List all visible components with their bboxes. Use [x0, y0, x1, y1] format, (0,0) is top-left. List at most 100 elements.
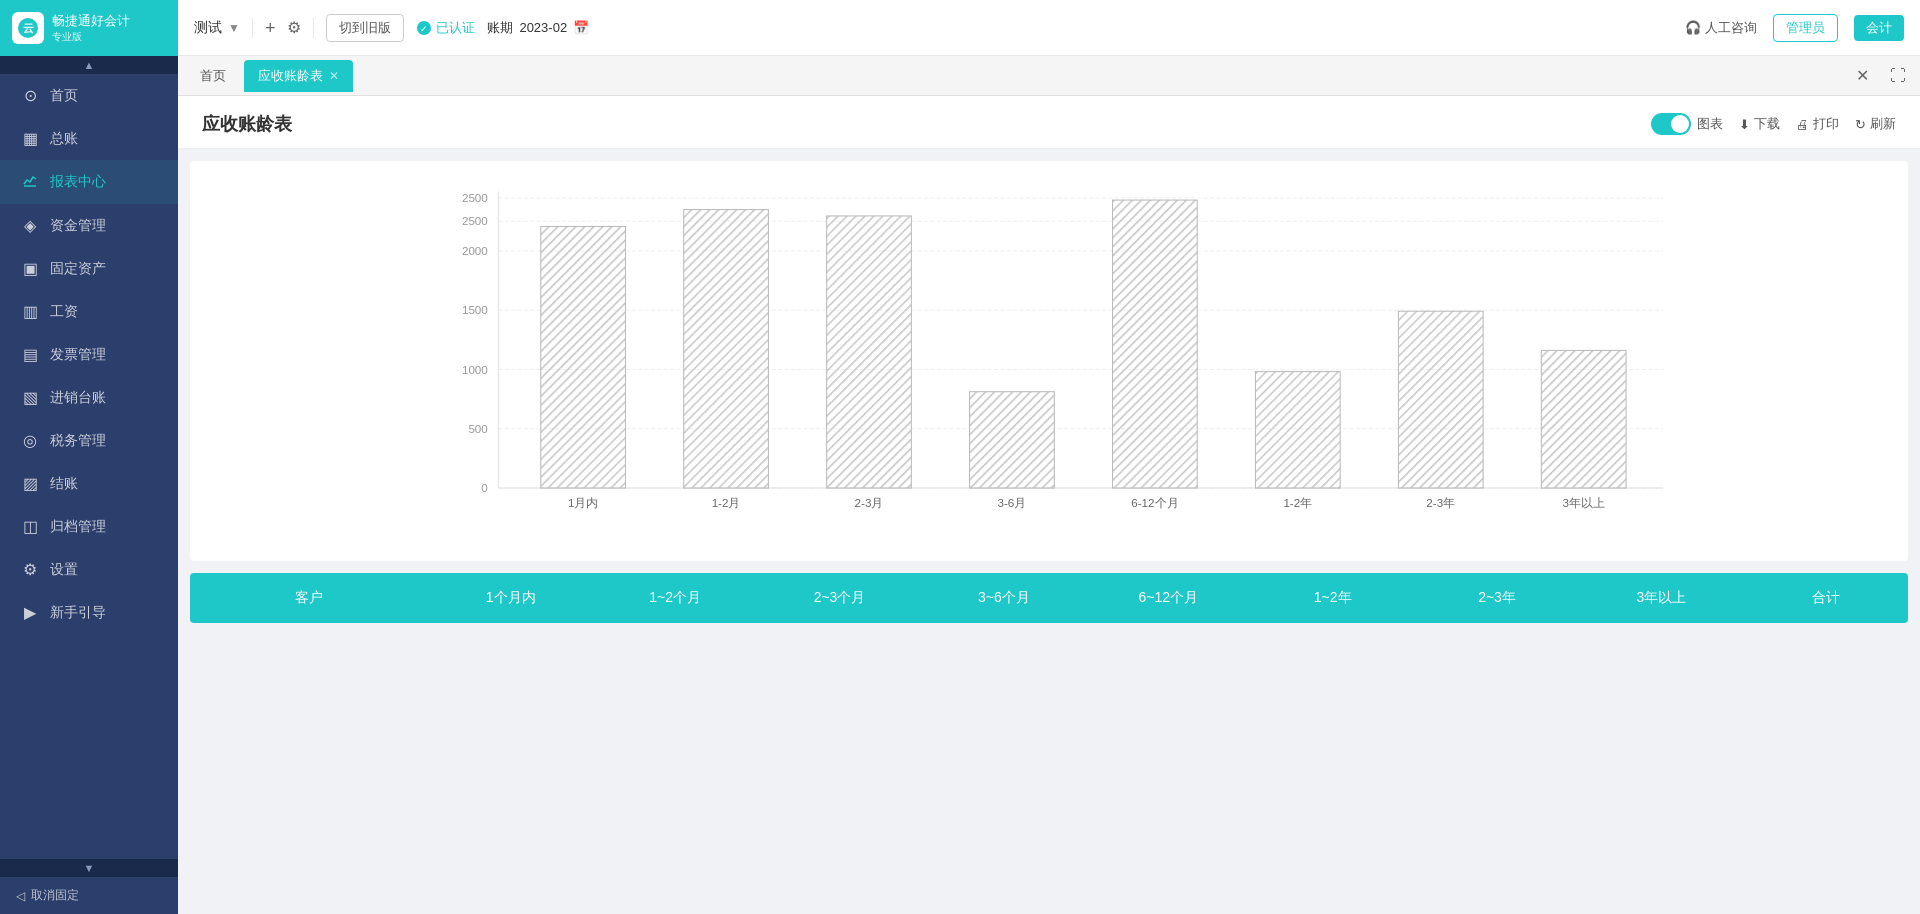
role-btn[interactable]: 会计 [1854, 15, 1904, 41]
expand-btn[interactable]: ⛶ [1884, 62, 1912, 90]
bar-1月内 [541, 227, 626, 489]
reports-icon [20, 172, 40, 192]
certified-badge: ✓ 已认证 [416, 19, 475, 37]
svg-text:1500: 1500 [462, 303, 488, 316]
svg-text:1-2月: 1-2月 [712, 496, 741, 509]
tabbar: 首页 应收账龄表 ✕ ✕ ⛶ [178, 56, 1920, 96]
svg-text:0: 0 [481, 481, 488, 494]
chevron-down-icon: ▼ [228, 21, 240, 35]
print-btn[interactable]: 🖨 打印 [1796, 115, 1839, 133]
svg-text:2500: 2500 [462, 214, 488, 227]
sidebar-item-tax[interactable]: ◎ 税务管理 [0, 419, 178, 462]
tab-close-icon[interactable]: ✕ [329, 69, 339, 83]
tab-home[interactable]: 首页 [186, 60, 240, 92]
close-panel-btn[interactable]: ✕ [1848, 62, 1876, 90]
calendar-icon[interactable]: 📅 [573, 20, 589, 35]
logo-text: 畅捷通好会计 专业版 [52, 13, 130, 43]
download-icon: ⬇ [1739, 117, 1750, 132]
bar-1-2月 [684, 210, 769, 488]
svg-text:3-6月: 3-6月 [998, 496, 1027, 509]
period-value: 2023-02 [519, 20, 567, 35]
svg-text:云: 云 [23, 22, 34, 34]
svg-text:500: 500 [468, 422, 488, 435]
sidebar-logo: 云 畅捷通好会计 专业版 [0, 0, 178, 56]
sidebar-item-close[interactable]: ▨ 结账 [0, 462, 178, 505]
support-btn[interactable]: 🎧 人工咨询 [1685, 19, 1757, 37]
sidebar-item-funds[interactable]: ◈ 资金管理 [0, 204, 178, 247]
sidebar-item-home[interactable]: ⊙ 首页 [0, 74, 178, 117]
sidebar-item-invoice[interactable]: ▤ 发票管理 [0, 333, 178, 376]
page-header: 应收账龄表 图表 ⬇ 下载 🖨 打印 ↻ 刷新 [178, 96, 1920, 149]
col-3plus-year: 3年以上 [1579, 573, 1743, 623]
tab-aging-label: 应收账龄表 [258, 67, 323, 85]
sidebar-item-payroll-label: 工资 [50, 303, 78, 321]
sidebar-item-ledger[interactable]: ▦ 总账 [0, 117, 178, 160]
sidebar-item-assets[interactable]: ▣ 固定资产 [0, 247, 178, 290]
topbar: 测试 ▼ + ⚙ 切到旧版 ✓ 已认证 账期 2023-02 📅 🎧 人工咨询 … [178, 0, 1920, 56]
close-accounts-icon: ▨ [20, 474, 40, 493]
project-name: 测试 [194, 19, 222, 37]
svg-text:✓: ✓ [420, 24, 428, 34]
scroll-up[interactable]: ▲ [0, 56, 178, 74]
refresh-btn[interactable]: ↻ 刷新 [1855, 115, 1896, 133]
add-project-btn[interactable]: + [265, 19, 276, 37]
col-2-3month: 2~3个月 [757, 573, 921, 623]
print-icon: 🖨 [1796, 117, 1809, 132]
sidebar-item-ledger-label: 总账 [50, 130, 78, 148]
col-1-2year: 1~2年 [1250, 573, 1414, 623]
divider-2 [313, 18, 314, 38]
admin-btn[interactable]: 管理员 [1773, 14, 1838, 42]
archive-icon: ◫ [20, 517, 40, 536]
period-label: 账期 [487, 19, 513, 37]
logo-icon: 云 [12, 12, 44, 44]
settings-icon: ⚙ [20, 560, 40, 579]
table-header: 客户 1个月内 1~2个月 2~3个月 3~6个月 6~12个月 1~2年 2~… [190, 573, 1908, 623]
svg-text:2000: 2000 [462, 244, 488, 257]
toggle-knob [1671, 115, 1689, 133]
sidebar-item-guide[interactable]: ▶ 新手引导 [0, 591, 178, 634]
chart-wrapper: 0 500 1000 1500 2000 2500 [210, 181, 1888, 541]
chart-toggle-group: 图表 [1651, 113, 1723, 135]
ledger-icon: ▦ [20, 129, 40, 148]
project-selector[interactable]: 测试 ▼ [194, 19, 240, 37]
topbar-right: 🎧 人工咨询 管理员 会计 [1685, 14, 1904, 42]
chart-toggle-label: 图表 [1697, 115, 1723, 133]
sidebar-item-reports[interactable]: 报表中心 [0, 160, 178, 204]
invoice-icon: ▤ [20, 345, 40, 364]
sidebar-item-archive[interactable]: ◫ 归档管理 [0, 505, 178, 548]
payroll-icon: ▥ [20, 302, 40, 321]
download-btn[interactable]: ⬇ 下载 [1739, 115, 1780, 133]
page-actions: 图表 ⬇ 下载 🖨 打印 ↻ 刷新 [1651, 113, 1896, 135]
sidebar-item-payroll[interactable]: ▥ 工资 [0, 290, 178, 333]
col-total: 合计 [1744, 573, 1908, 623]
page-title: 应收账龄表 [202, 112, 292, 136]
sidebar-item-close-label: 结账 [50, 475, 78, 493]
chart-toggle[interactable] [1651, 113, 1691, 135]
svg-text:3年以上: 3年以上 [1562, 496, 1604, 509]
sidebar-nav: ⊙ 首页 ▦ 总账 报表中心 ◈ 资金管理 ▣ 固定资产 ▥ 工资 ▤ 发票管理 [0, 74, 178, 859]
sidebar: 云 畅捷通好会计 专业版 ▲ ⊙ 首页 ▦ 总账 报表中心 ◈ 资金管理 ▣ 固… [0, 0, 178, 914]
topbar-settings-btn[interactable]: ⚙ [287, 18, 301, 37]
table-container: 客户 1个月内 1~2个月 2~3个月 3~6个月 6~12个月 1~2年 2~… [190, 573, 1908, 623]
refresh-icon: ↻ [1855, 117, 1866, 132]
sidebar-item-reports-label: 报表中心 [50, 173, 106, 191]
tab-home-label: 首页 [200, 67, 226, 85]
svg-text:1月内: 1月内 [568, 496, 598, 509]
cancel-fixed-btn[interactable]: ◁ 取消固定 [0, 877, 178, 914]
switch-old-btn[interactable]: 切到旧版 [326, 14, 404, 42]
col-1month: 1个月内 [429, 573, 593, 623]
bar-1-2年 [1255, 372, 1340, 488]
sidebar-item-archive-label: 归档管理 [50, 518, 106, 536]
sidebar-item-assets-label: 固定资产 [50, 260, 106, 278]
scroll-down[interactable]: ▼ [0, 859, 178, 877]
svg-text:1-2年: 1-2年 [1283, 496, 1312, 509]
sidebar-item-settings[interactable]: ⚙ 设置 [0, 548, 178, 591]
tab-aging[interactable]: 应收账龄表 ✕ [244, 60, 353, 92]
sidebar-item-sales[interactable]: ▧ 进销台账 [0, 376, 178, 419]
col-1-2month: 1~2个月 [593, 573, 757, 623]
sales-icon: ▧ [20, 388, 40, 407]
bar-3-6月 [970, 392, 1055, 488]
home-icon: ⊙ [20, 86, 40, 105]
tax-icon: ◎ [20, 431, 40, 450]
funds-icon: ◈ [20, 216, 40, 235]
